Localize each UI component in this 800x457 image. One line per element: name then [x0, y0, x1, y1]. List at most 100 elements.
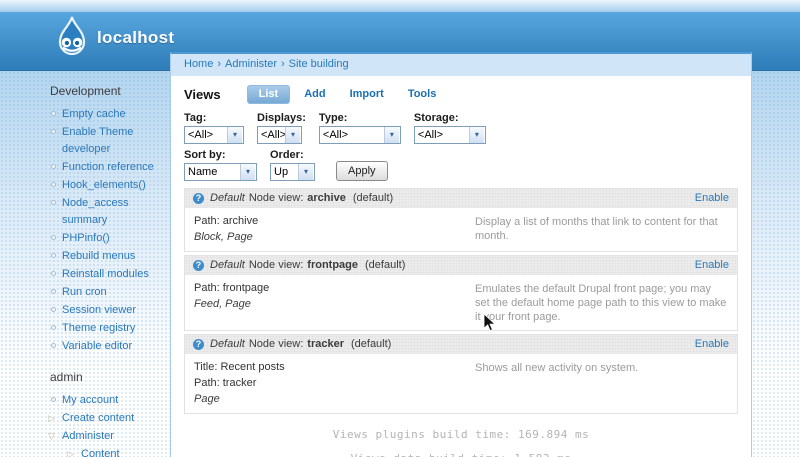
circle-bullet-icon	[51, 164, 56, 169]
sidebar-item-enable-theme-developer[interactable]: Enable Theme developer	[50, 124, 164, 158]
sidebar-item-reinstall-modules[interactable]: Reinstall modules	[50, 266, 164, 283]
sidebar-item-label: Node_access summary	[62, 197, 129, 226]
sidebar-item-function-reference[interactable]: Function reference	[50, 159, 164, 176]
chevron-down-icon: ▾	[468, 127, 484, 143]
triangle-down-icon: ▽	[48, 431, 55, 441]
views-header: Views List Add Import Tools	[184, 84, 738, 104]
sidebar-item-variable-editor[interactable]: Variable editor	[50, 338, 164, 355]
triangle-right-icon: ▷	[48, 413, 55, 423]
chevron-glyph: ▾	[389, 130, 394, 139]
sort-by-select-value: Name	[188, 166, 218, 178]
chevron-down-icon: ▾	[285, 127, 300, 143]
sidebar-item-theme-registry[interactable]: Theme registry	[50, 320, 164, 337]
filter-row-2: Sort by: Name ▾ Order: Up ▾ Apply	[184, 149, 738, 181]
sidebar-item-empty-cache[interactable]: Empty cache	[50, 106, 164, 123]
help-icon[interactable]: ?	[193, 192, 204, 204]
apply-button[interactable]: Apply	[336, 161, 388, 181]
breadcrumb-link-home[interactable]: Home	[184, 58, 213, 70]
sidebar-item-label: Content management	[81, 448, 120, 457]
view-row-body: Path: archive Block, Page Display a list…	[185, 208, 737, 251]
sidebar-item-phpinfo[interactable]: PHPinfo()	[50, 230, 164, 247]
tag-select-value: <All>	[188, 129, 214, 141]
sidebar-item-create-content[interactable]: ▷ Create content	[48, 410, 164, 427]
sidebar-item-run-cron[interactable]: Run cron	[50, 284, 164, 301]
view-details: Path: frontpage Feed, Page	[194, 280, 269, 324]
view-row-header: ? Default Node view: archive (default) E…	[185, 189, 737, 208]
breadcrumb: Home › Administer › Site building	[171, 54, 751, 76]
sidebar-item-label: Administer	[62, 430, 114, 442]
order-filter-label: Order:	[270, 149, 304, 161]
sidebar-item-label: Create content	[62, 412, 135, 424]
panel-content: Views List Add Import Tools Tag: <All> ▾ …	[171, 76, 751, 457]
sidebar-item-label: Session viewer	[62, 304, 136, 316]
view-row-tracker: ? Default Node view: tracker (default) E…	[184, 334, 738, 414]
view-type-badge: Default	[210, 259, 245, 271]
sidebar-item-node-access-summary[interactable]: Node_access summary	[50, 195, 164, 229]
view-name: frontpage	[307, 259, 359, 271]
sidebar-item-my-account[interactable]: My account	[50, 392, 164, 409]
order-select[interactable]: Up ▾	[270, 163, 315, 181]
sidebar-item-administer[interactable]: ▽ Administer	[48, 428, 164, 445]
type-select[interactable]: <All> ▾	[318, 126, 401, 144]
sidebar-item-session-viewer[interactable]: Session viewer	[50, 302, 164, 319]
chevron-glyph: ▾	[303, 167, 308, 176]
help-icon[interactable]: ?	[193, 338, 204, 350]
circle-bullet-icon	[51, 271, 56, 276]
enable-link[interactable]: Enable	[695, 338, 729, 350]
triangle-right-icon: ▷	[67, 449, 74, 457]
page-title: Views	[184, 86, 221, 102]
tab-list[interactable]: List	[246, 84, 291, 104]
tab-import[interactable]: Import	[350, 88, 384, 100]
storage-select[interactable]: <All> ▾	[413, 126, 486, 144]
view-path: Path: tracker	[194, 377, 257, 389]
view-path: Path: archive	[194, 215, 259, 227]
tab-tools[interactable]: Tools	[408, 88, 437, 100]
chevron-down-icon: ▾	[298, 164, 313, 180]
sidebar-item-label: Run cron	[62, 286, 107, 298]
circle-bullet-icon	[51, 200, 56, 205]
tab-add[interactable]: Add	[304, 88, 325, 100]
sidebar-item-hook-elements[interactable]: Hook_elements()	[50, 177, 164, 194]
circle-bullet-icon	[51, 343, 56, 348]
view-type-badge: Default	[210, 338, 245, 350]
views-filters: Tag: <All> ▾ Displays: <All> ▾ Type: <All>…	[184, 112, 738, 181]
view-name: archive	[307, 192, 346, 204]
breadcrumb-link-site-building[interactable]: Site building	[289, 58, 349, 70]
help-icon[interactable]: ?	[193, 259, 204, 271]
circle-bullet-icon	[51, 111, 56, 116]
sidebar-section-title: admin	[50, 370, 83, 384]
order-filter: Order: Up ▾	[270, 149, 315, 181]
sidebar-item-label: Theme registry	[62, 322, 136, 334]
view-description: Shows all new activity on system.	[475, 362, 639, 374]
sort-by-select[interactable]: Name ▾	[184, 163, 257, 181]
displays-select[interactable]: <All> ▾	[257, 126, 302, 144]
circle-bullet-icon	[51, 325, 56, 330]
chevron-glyph: ▾	[232, 130, 237, 139]
tag-select[interactable]: <All> ▾	[184, 126, 244, 144]
sort-by-filter: Sort by: Name ▾	[184, 149, 257, 181]
sidebar-section-title: Development	[50, 84, 121, 98]
build-time-footer: Views plugins build time: 169.894 ms Vie…	[184, 428, 738, 457]
sidebar-item-label: Rebuild menus	[62, 250, 136, 262]
enable-link[interactable]: Enable	[695, 259, 729, 271]
storage-filter: Storage: <All> ▾	[413, 112, 486, 144]
sidebar-item-label: Reinstall modules	[62, 268, 149, 280]
sidebar-item-content-management[interactable]: ▷ Content management	[67, 446, 164, 457]
top-strip	[0, 0, 800, 12]
circle-bullet-icon	[51, 307, 56, 312]
sidebar-item-rebuild-menus[interactable]: Rebuild menus	[50, 248, 164, 265]
sidebar-item-label: Enable Theme developer	[62, 126, 134, 155]
breadcrumb-separator: ›	[217, 58, 222, 70]
enable-link[interactable]: Enable	[695, 192, 729, 204]
sidebar-item-label: Empty cache	[62, 108, 126, 120]
plugins-build-time: Views plugins build time: 169.894 ms	[332, 428, 590, 441]
breadcrumb-link-administer[interactable]: Administer	[225, 58, 277, 70]
sidebar-item-label: Variable editor	[62, 340, 133, 352]
sidebar-item-label: PHPinfo()	[62, 232, 110, 244]
view-kind: Node view:	[248, 338, 304, 350]
tag-filter-label: Tag:	[184, 112, 207, 124]
view-row-header: ? Default Node view: frontpage (default)…	[185, 256, 737, 275]
view-kind: Node view:	[248, 192, 304, 204]
view-row-header: ? Default Node view: tracker (default) E…	[185, 335, 737, 354]
view-row-body: Path: frontpage Feed, Page Emulates the …	[185, 275, 737, 330]
